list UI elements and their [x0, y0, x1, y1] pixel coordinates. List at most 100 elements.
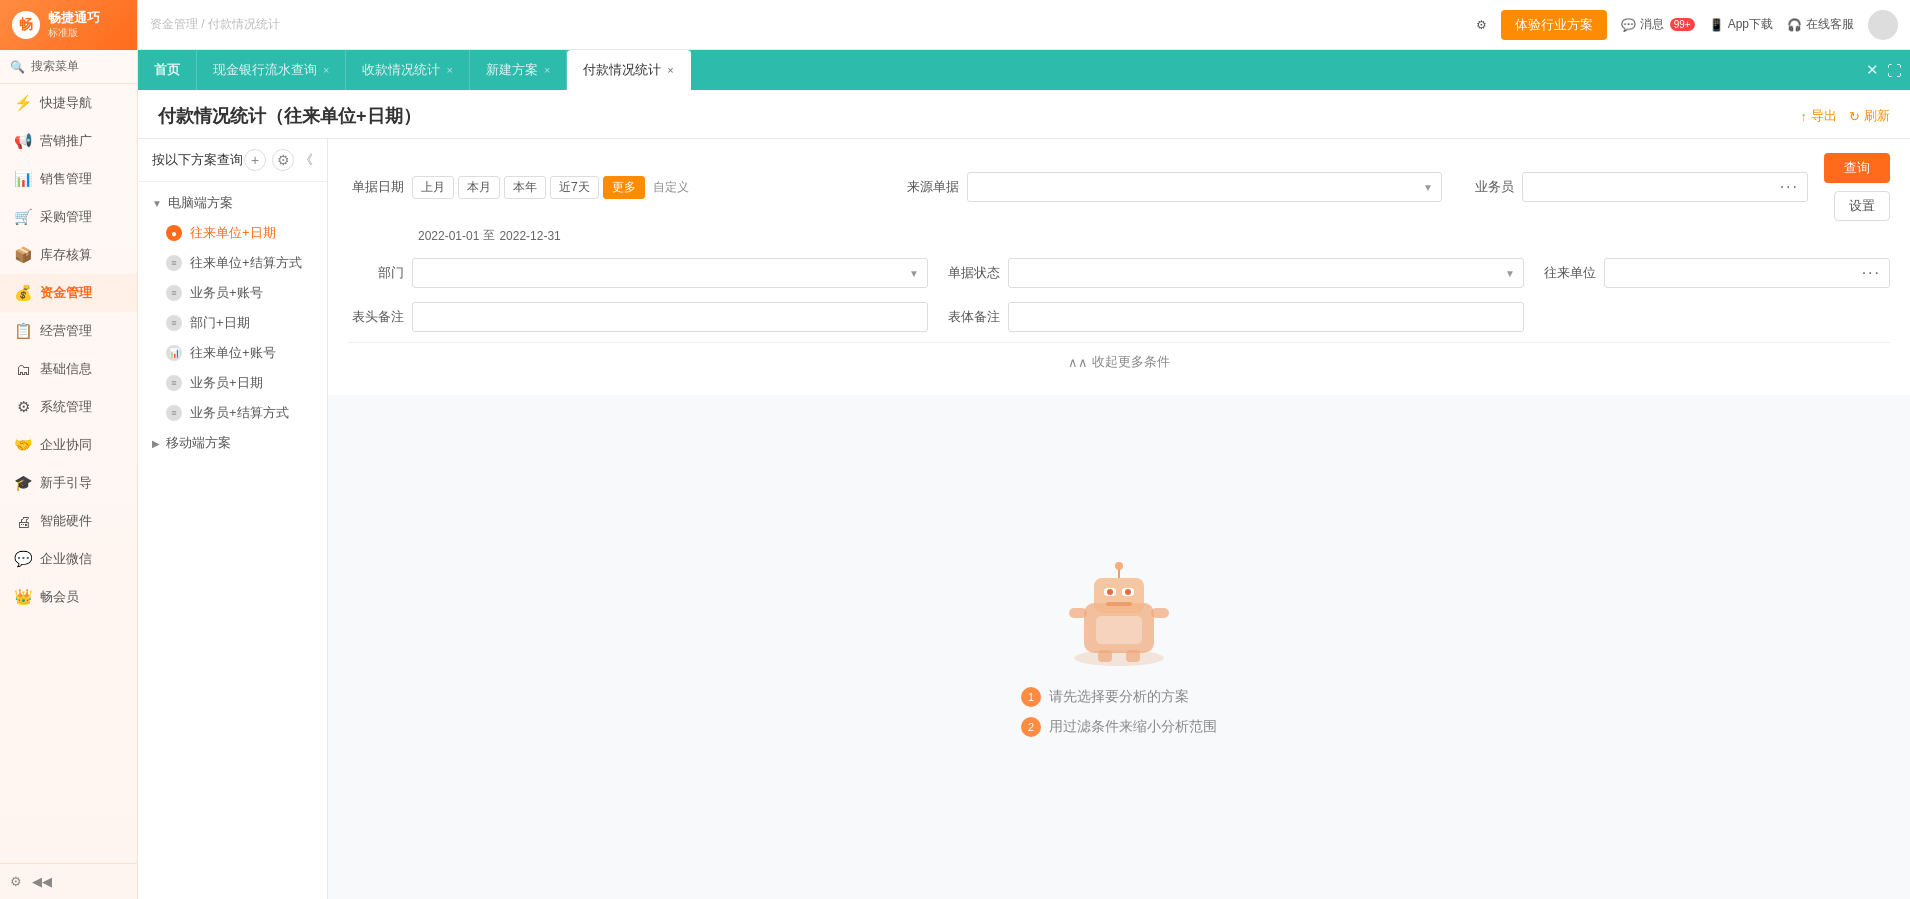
sidebar-item-wechat[interactable]: 💬 企业微信 [0, 540, 137, 578]
sidebar-item-member[interactable]: 👑 畅会员 [0, 578, 137, 616]
scheme-panel: 按以下方案查询 + ⚙ 《 [138, 139, 328, 899]
setting-btn[interactable]: 设置 [1834, 191, 1890, 221]
partner-select[interactable]: ··· [1604, 258, 1890, 288]
message-btn[interactable]: 💬 消息 99+ [1621, 16, 1695, 33]
svg-rect-2 [1094, 578, 1144, 613]
sidebar-item-fund[interactable]: 💰 资金管理 [0, 274, 137, 312]
tab-close-all-btn[interactable]: ✕ [1866, 61, 1879, 79]
body-layout: 按以下方案查询 + ⚙ 《 [138, 139, 1910, 899]
empty-texts: 1 请先选择要分析的方案 2 用过滤条件来缩小分析范围 [1021, 687, 1217, 737]
tab-payment-stat-label: 付款情况统计 [583, 61, 661, 79]
salesperson-ellipsis[interactable]: ··· [1780, 178, 1799, 196]
date-range-display: 2022-01-01 至 2022-12-31 [418, 227, 561, 244]
inventory-icon: 📦 [14, 246, 32, 264]
user-avatar[interactable] [1868, 10, 1898, 40]
wechat-icon: 💬 [14, 550, 32, 568]
scheme-group-mobile[interactable]: ▶ 移动端方案 [138, 428, 327, 458]
doc-status-control: ▼ [1008, 258, 1524, 288]
collapse-conditions-label: 收起更多条件 [1092, 353, 1170, 371]
doc-status-select[interactable]: ▼ [1008, 258, 1524, 288]
scheme-item-staff-date[interactable]: ≡ 业务员+日期 [138, 368, 327, 398]
body-remark-input[interactable] [1008, 302, 1524, 332]
scheme-group-desktop[interactable]: ▼ 电脑端方案 [138, 188, 327, 218]
query-btn[interactable]: 查询 [1824, 153, 1890, 183]
tab-cash-flow-close[interactable]: × [323, 64, 329, 76]
tab-new-scheme-close[interactable]: × [544, 64, 550, 76]
header-remark-input[interactable] [412, 302, 928, 332]
sidebar-item-hardware[interactable]: 🖨 智能硬件 [0, 502, 137, 540]
scheme-collapse-btn[interactable]: 《 [300, 151, 313, 169]
sidebar-item-label-operation: 经营管理 [40, 322, 92, 340]
tab-payment-stat[interactable]: 付款情况统计 × [567, 50, 690, 90]
tab-cash-flow[interactable]: 现金银行流水查询 × [197, 50, 346, 90]
sidebar-item-system[interactable]: ⚙ 系统管理 [0, 388, 137, 426]
scheme-item-staff-account[interactable]: ≡ 业务员+账号 [138, 278, 327, 308]
sidebar-bottom: ⚙ ◀◀ [0, 863, 137, 899]
scheme-label-staff-date: 业务员+日期 [190, 374, 263, 392]
salesperson-select[interactable]: ··· [1522, 172, 1808, 202]
sidebar-item-sales[interactable]: 📊 销售管理 [0, 160, 137, 198]
hardware-icon: 🖨 [14, 512, 32, 530]
filter-field-source: 来源单据 ▼ [903, 172, 1442, 202]
scheme-panel-header-actions: + ⚙ 《 [244, 149, 313, 171]
source-select[interactable]: ▼ [967, 172, 1442, 202]
date-btn-7days[interactable]: 近7天 [550, 176, 599, 199]
sidebar-settings-btn[interactable]: ⚙ [10, 874, 22, 889]
search-menu-item[interactable]: 🔍 搜索菜单 [0, 50, 137, 84]
source-arrow: ▼ [1423, 182, 1433, 193]
settings-icon: ⚙ [1476, 18, 1487, 32]
sidebar-item-quick-nav[interactable]: ⚡ 快捷导航 [0, 84, 137, 122]
app-download-btn[interactable]: 📱 App下载 [1709, 16, 1773, 33]
tab-maximize-btn[interactable]: ⛶ [1887, 62, 1902, 79]
doc-status-arrow: ▼ [1505, 268, 1515, 279]
scheme-item-partner-account[interactable]: 📊 往来单位+账号 [138, 338, 327, 368]
refresh-btn[interactable]: ↻ 刷新 [1849, 107, 1890, 125]
sidebar-item-basic[interactable]: 🗂 基础信息 [0, 350, 137, 388]
tab-home[interactable]: 首页 [138, 50, 197, 90]
tab-new-scheme[interactable]: 新建方案 × [470, 50, 567, 90]
logo-name: 畅捷通巧 [48, 10, 100, 27]
logo-sub: 标准版 [48, 26, 100, 40]
export-btn[interactable]: ↑ 导出 [1801, 107, 1838, 125]
filter-row-date-range: 2022-01-01 至 2022-12-31 [348, 227, 1890, 244]
sidebar-item-cooperation[interactable]: 🤝 企业协同 [0, 426, 137, 464]
hint-text-1: 请先选择要分析的方案 [1049, 688, 1189, 706]
plus-icon: + [251, 152, 259, 168]
hint-num-1: 1 [1021, 687, 1041, 707]
tab-payment-stat-close[interactable]: × [667, 64, 673, 76]
sidebar-item-label-hardware: 智能硬件 [40, 512, 92, 530]
scheme-item-staff-settlement[interactable]: ≡ 业务员+结算方式 [138, 398, 327, 428]
sidebar-collapse-btn[interactable]: ◀◀ [32, 874, 52, 889]
gear-icon: ⚙ [277, 152, 290, 168]
sidebar-menu: ⚡ 快捷导航 📢 营销推广 📊 销售管理 🛒 采购管理 📦 库存核算 💰 资金管… [0, 84, 137, 863]
partner-ellipsis[interactable]: ··· [1862, 264, 1881, 282]
sidebar-item-operation[interactable]: 📋 经营管理 [0, 312, 137, 350]
export-label: 导出 [1811, 107, 1837, 125]
date-btn-this-month[interactable]: 本月 [458, 176, 500, 199]
sidebar-item-inventory[interactable]: 📦 库存核算 [0, 236, 137, 274]
scheme-add-btn[interactable]: + [244, 149, 266, 171]
scheme-item-dept-date[interactable]: ≡ 部门+日期 [138, 308, 327, 338]
date-btn-more[interactable]: 更多 [603, 176, 645, 199]
trial-btn[interactable]: 体验行业方案 [1501, 10, 1607, 40]
collapse-conditions-btn[interactable]: ∧∧ 收起更多条件 [348, 342, 1890, 381]
date-btn-this-year[interactable]: 本年 [504, 176, 546, 199]
headset-icon: 🎧 [1787, 18, 1802, 32]
refresh-label: 刷新 [1864, 107, 1890, 125]
topbar-actions: ⚙ 体验行业方案 💬 消息 99+ 📱 App下载 🎧 在线客服 [1476, 10, 1898, 40]
dept-select[interactable]: ▼ [412, 258, 928, 288]
filter-section: 单据日期 上月 本月 本年 近7天 更多 自定义 [328, 139, 1910, 395]
tab-receivable[interactable]: 收款情况统计 × [346, 50, 469, 90]
online-service-btn[interactable]: 🎧 在线客服 [1787, 16, 1854, 33]
scheme-item-partner-settlement[interactable]: ≡ 往来单位+结算方式 [138, 248, 327, 278]
settings-btn[interactable]: ⚙ [1476, 18, 1487, 32]
date-btn-last-month[interactable]: 上月 [412, 176, 454, 199]
breadcrumb-text: 资金管理 / 付款情况统计 [150, 16, 280, 33]
tab-receivable-close[interactable]: × [446, 64, 452, 76]
sidebar-item-marketing[interactable]: 📢 营销推广 [0, 122, 137, 160]
sidebar-item-purchase[interactable]: 🛒 采购管理 [0, 198, 137, 236]
sidebar-item-guide[interactable]: 🎓 新手引导 [0, 464, 137, 502]
scheme-item-partner-date[interactable]: ● 往来单位+日期 [138, 218, 327, 248]
scheme-group-desktop-label: 电脑端方案 [168, 194, 233, 212]
scheme-settings-btn[interactable]: ⚙ [272, 149, 294, 171]
